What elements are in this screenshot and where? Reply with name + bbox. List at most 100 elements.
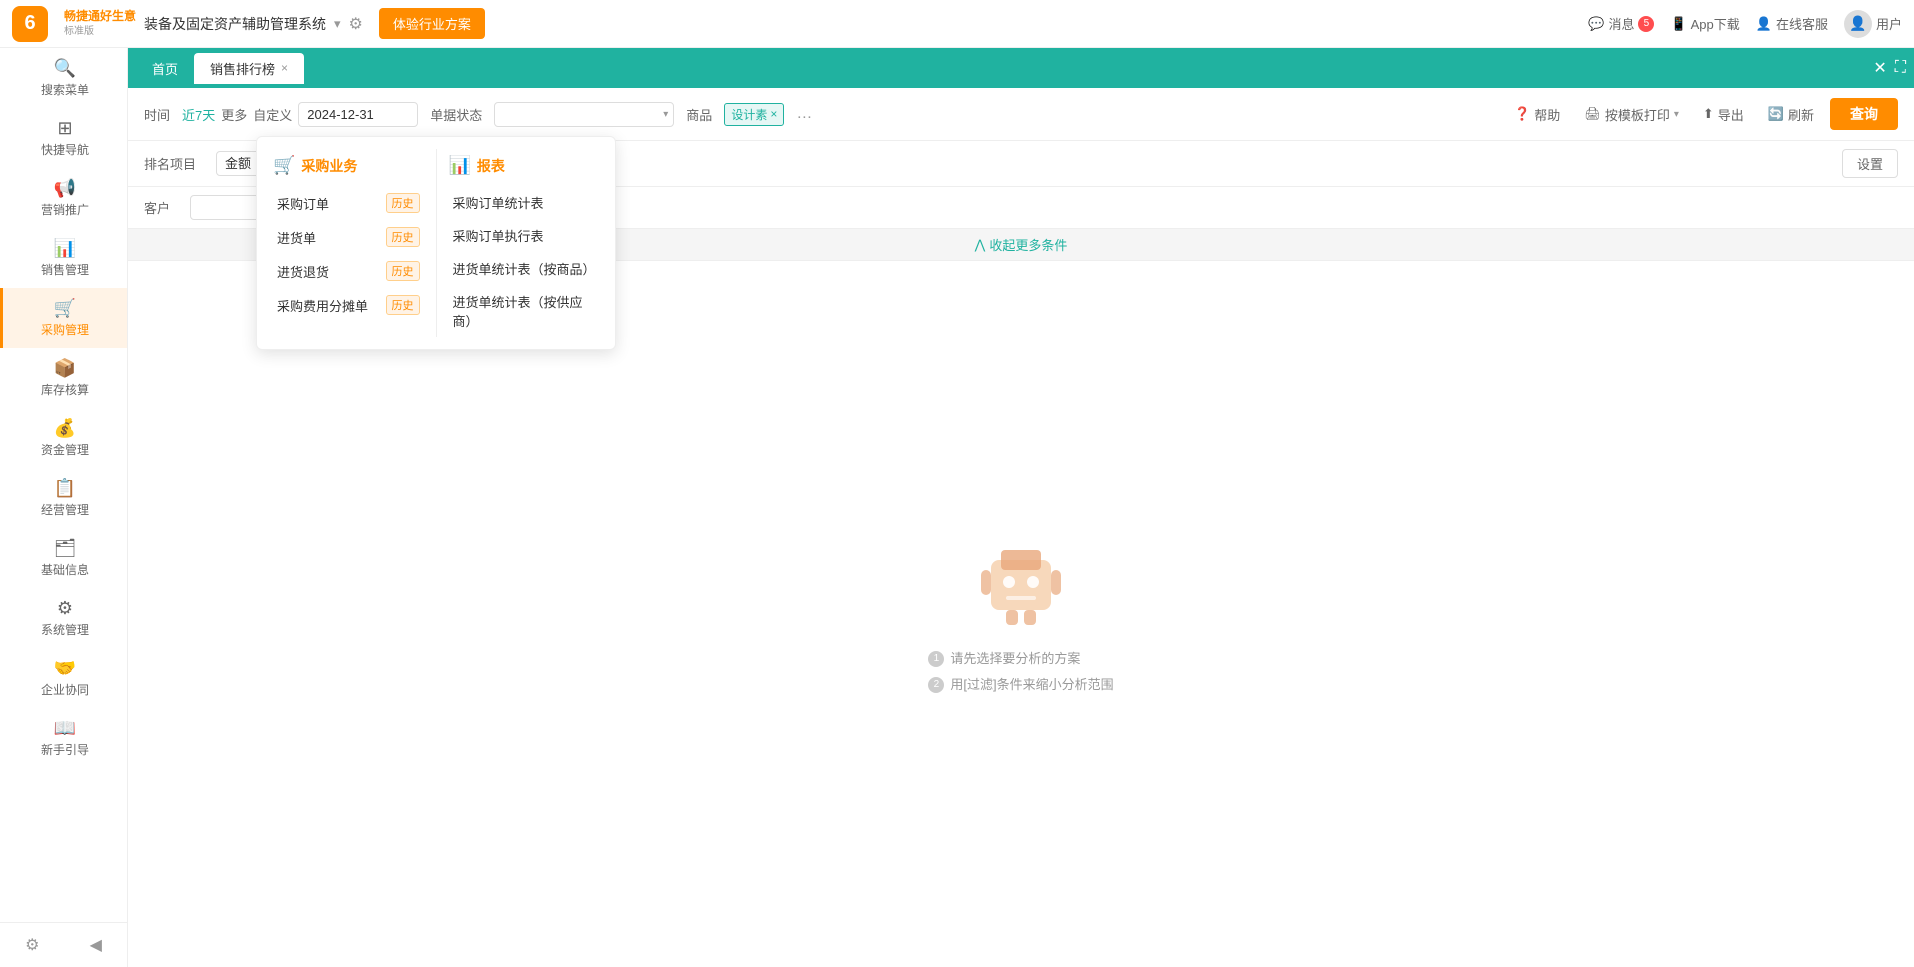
dropdown-item-inbound-stats-supplier[interactable]: 进货单统计表（按供应商）	[449, 285, 600, 337]
goods-tag-close[interactable]: ×	[770, 107, 777, 121]
tab-window-expand-icon[interactable]: ⛶	[1895, 59, 1906, 77]
help-btn[interactable]: ❓ 帮助	[1506, 101, 1568, 128]
dropdown-item-order-exec[interactable]: 采购订单执行表	[449, 219, 600, 252]
sys-arrow-icon[interactable]: ▾	[334, 16, 341, 32]
time-option-7days[interactable]: 近7天	[182, 105, 215, 124]
report-menu-icon: 📊	[449, 155, 471, 176]
dropdown-purchase-title: 🛒 采购业务	[273, 149, 424, 186]
basic-info-icon: 🗂	[54, 538, 77, 559]
app-download-btn[interactable]: 📱 App下载	[1670, 14, 1739, 33]
sys-name: 装备及固定资产辅助管理系统	[144, 14, 326, 34]
sidebar-item-guide[interactable]: 📖 新手引导	[0, 708, 127, 768]
help-icon: ❓	[1514, 106, 1530, 122]
time-end-input[interactable]	[298, 102, 418, 127]
sidebar-item-search[interactable]: 🔍 搜索菜单	[0, 48, 127, 108]
time-option-more[interactable]: 更多	[221, 105, 247, 124]
guide-icon: 📖	[54, 718, 76, 739]
empty-step-1: 1 请先选择要分析的方案	[928, 646, 1113, 672]
history-tag-return: 历史	[386, 261, 420, 281]
top-bar: 6 畅捷通好生意 标准版 装备及固定资产辅助管理系统 ▾ ⚙ 体验行业方案 💬 …	[0, 0, 1914, 48]
dropdown-report-col: 📊 报表 采购订单统计表 采购订单执行表 进货单统计表（按商品）	[441, 149, 608, 337]
export-icon: ⬆	[1703, 106, 1714, 122]
marketing-icon: 📢	[54, 178, 76, 199]
sidebar-item-system[interactable]: ⚙ 系统管理	[0, 588, 127, 648]
refresh-btn[interactable]: 🔄 刷新	[1760, 101, 1822, 128]
messages-badge: 5	[1638, 16, 1654, 32]
inventory-icon: 📦	[54, 358, 76, 379]
status-select-wrapper: ▾	[494, 102, 674, 127]
main-area: 🔍 搜索菜单 ⊞ 快捷导航 📢 营销推广 📊 销售管理 🛒 采购管理 📦	[0, 48, 1914, 967]
sidebar-item-marketing[interactable]: 📢 营销推广	[0, 168, 127, 228]
history-tag-expense: 历史	[386, 295, 420, 315]
app-container: 6 畅捷通好生意 标准版 装备及固定资产辅助管理系统 ▾ ⚙ 体验行业方案 💬 …	[0, 0, 1914, 967]
sidebar-item-sales[interactable]: 📊 销售管理	[0, 228, 127, 288]
enterprise-icon: 🤝	[54, 658, 76, 679]
dropdown-item-expense[interactable]: 采购费用分摊单 历史	[273, 288, 424, 322]
message-icon: 💬	[1588, 16, 1604, 32]
empty-text: 1 请先选择要分析的方案 2 用[过滤]条件来缩小分析范围	[928, 646, 1113, 698]
purchase-icon: 🛒	[54, 298, 76, 319]
content-area: 首页 销售排行榜 × ✕ ⛶ 时间 近7天 更多 自定义	[128, 48, 1914, 967]
logo-area: 6	[12, 6, 48, 42]
collapse-label: 收起更多条件	[989, 235, 1067, 254]
finance-icon: 💰	[54, 418, 76, 439]
tab-sales-rank[interactable]: 销售排行榜 ×	[194, 53, 304, 84]
sidebar: 🔍 搜索菜单 ⊞ 快捷导航 📢 营销推广 📊 销售管理 🛒 采购管理 📦	[0, 48, 128, 967]
print-btn[interactable]: 🖨 按模板打印 ▾	[1576, 101, 1687, 128]
step-2-num: 2	[928, 677, 944, 693]
user-avatar: 👤	[1844, 10, 1872, 38]
logo-tagline: 畅捷通好生意	[64, 9, 136, 25]
status-select[interactable]	[494, 102, 674, 127]
sidebar-item-finance[interactable]: 💰 资金管理	[0, 408, 127, 468]
user-btn[interactable]: 👤 用户	[1844, 10, 1902, 38]
logo-icon: 6	[12, 6, 48, 42]
print-icon: 🖨	[1584, 106, 1601, 122]
dropdown-item-return[interactable]: 进货退货 历史	[273, 254, 424, 288]
sidebar-settings-btn[interactable]: ⚙	[25, 935, 39, 955]
goods-more-btn[interactable]: …	[796, 105, 812, 123]
dropdown-divider	[436, 149, 437, 337]
tab-home[interactable]: 首页	[136, 53, 194, 84]
tab-window-close-icon[interactable]: ✕	[1873, 58, 1886, 78]
time-option-custom[interactable]: 自定义	[253, 105, 292, 124]
filter-header: 时间 近7天 更多 自定义 单据状态 ▾ 商品 设计素 × …	[128, 88, 1914, 141]
dropdown-menu: 🛒 采购业务 采购订单 历史 进货单 历史 进货退货	[256, 136, 616, 350]
tab-close-icon[interactable]: ×	[281, 61, 288, 75]
time-label: 时间	[144, 105, 170, 124]
dropdown-item-inbound-stats-goods[interactable]: 进货单统计表（按商品）	[449, 252, 600, 285]
sidebar-item-basic-info[interactable]: 🗂 基础信息	[0, 528, 127, 588]
sales-icon: 📊	[54, 238, 76, 259]
settings-btn[interactable]: 设置	[1842, 149, 1898, 178]
rank-label: 排名项目	[144, 154, 196, 173]
empty-step-2: 2 用[过滤]条件来缩小分析范围	[928, 672, 1113, 698]
goods-label: 商品	[686, 105, 712, 124]
service-icon: 👤	[1756, 16, 1772, 32]
dropdown-report-title: 📊 报表	[449, 149, 600, 186]
query-btn[interactable]: 查询	[1830, 98, 1898, 130]
sidebar-item-purchase[interactable]: 🛒 采购管理	[0, 288, 127, 348]
tab-bar: 首页 销售排行榜 × ✕ ⛶	[128, 48, 1914, 88]
gear-icon[interactable]: ⚙	[349, 14, 363, 34]
industry-btn[interactable]: 体验行业方案	[379, 8, 485, 39]
sidebar-item-enterprise[interactable]: 🤝 企业协同	[0, 648, 127, 708]
system-icon: ⚙	[57, 598, 73, 619]
dropdown-item-inbound[interactable]: 进货单 历史	[273, 220, 424, 254]
messages-label: 消息	[1608, 14, 1634, 33]
header-actions: ❓ 帮助 🖨 按模板打印 ▾ ⬆ 导出 🔄 刷新	[1506, 98, 1898, 130]
messages-btn[interactable]: 💬 消息 5	[1588, 14, 1654, 33]
print-dropdown-icon[interactable]: ▾	[1674, 109, 1679, 120]
sidebar-item-operations[interactable]: 📋 经营管理	[0, 468, 127, 528]
step-1-num: 1	[928, 651, 944, 667]
sidebar-item-quick-nav[interactable]: ⊞ 快捷导航	[0, 108, 127, 168]
quick-nav-icon: ⊞	[57, 118, 72, 139]
sidebar-item-inventory[interactable]: 📦 库存核算	[0, 348, 127, 408]
collapse-up-icon: ⋀	[975, 237, 986, 253]
dropdown-item-order-stats[interactable]: 采购订单统计表	[449, 186, 600, 219]
sidebar-collapse-btn[interactable]: ◀	[90, 935, 102, 955]
customer-label: 客户	[144, 198, 170, 217]
export-btn[interactable]: ⬆ 导出	[1695, 101, 1752, 128]
sidebar-bottom: ⚙ ◀	[0, 922, 127, 967]
dropdown-item-purchase-order[interactable]: 采购订单 历史	[273, 186, 424, 220]
online-service-btn[interactable]: 👤 在线客服	[1756, 14, 1828, 33]
history-tag-inbound: 历史	[386, 227, 420, 247]
